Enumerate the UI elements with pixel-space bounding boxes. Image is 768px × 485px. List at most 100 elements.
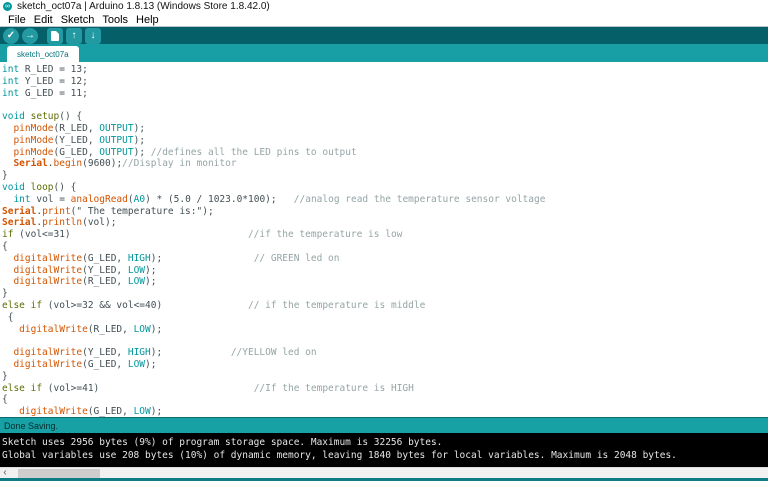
code-line: { bbox=[2, 394, 768, 406]
new-sketch-button[interactable] bbox=[47, 27, 63, 44]
code-token: setup bbox=[30, 111, 60, 123]
code-token: pinMode bbox=[13, 134, 54, 146]
scroll-left-arrow-icon[interactable]: ‹ bbox=[0, 468, 10, 478]
code-line: pinMode(R_LED, OUTPUT); bbox=[2, 123, 768, 135]
code-token: int bbox=[13, 193, 31, 205]
code-token: if bbox=[30, 382, 43, 394]
tab-sketch-oct07a[interactable]: sketch_oct07a bbox=[7, 46, 79, 62]
code-token: //If the temperature is HIGH bbox=[253, 382, 414, 394]
open-button[interactable]: ↑ bbox=[66, 27, 82, 44]
code-token: //Display in monitor bbox=[122, 158, 237, 170]
new-document-icon bbox=[51, 30, 59, 41]
menu-item-file[interactable]: File bbox=[4, 14, 30, 26]
code-line: if (vol<=31) //if the temperature is low bbox=[2, 229, 768, 241]
code-token: LOW bbox=[127, 264, 146, 276]
code-line: digitalWrite(Y_LED, LOW); bbox=[2, 265, 768, 277]
code-token: (Y_LED, bbox=[82, 264, 128, 276]
code-token: vol = bbox=[30, 193, 71, 205]
save-button[interactable]: ↓ bbox=[85, 27, 101, 44]
code-token: (9600); bbox=[82, 158, 123, 170]
down-arrow-icon: ↓ bbox=[90, 29, 96, 41]
code-token: } bbox=[2, 170, 8, 182]
code-token: { bbox=[2, 311, 14, 323]
code-line: digitalWrite(G_LED, LOW); bbox=[2, 406, 768, 417]
menubar: File Edit Sketch Tools Help bbox=[0, 13, 768, 26]
code-token: // if the temperature is middle bbox=[247, 299, 426, 311]
code-token: A0 bbox=[133, 193, 146, 205]
compile-console[interactable]: Sketch uses 2956 bytes (9%) of program s… bbox=[0, 433, 768, 467]
toolbar: ✓ → ↑ ↓ bbox=[0, 26, 768, 44]
window-title: sketch_oct07a | Arduino 1.8.13 (Windows … bbox=[17, 1, 270, 12]
code-line: void setup() { bbox=[2, 111, 768, 123]
menu-item-help[interactable]: Help bbox=[132, 14, 163, 26]
code-line: int Y_LED = 12; bbox=[2, 76, 768, 88]
code-token: (vol); bbox=[82, 217, 117, 229]
titlebar[interactable]: ∞ sketch_oct07a | Arduino 1.8.13 (Window… bbox=[0, 0, 768, 13]
code-token: Y_LED = 12; bbox=[19, 75, 88, 87]
code-token: HIGH bbox=[127, 252, 151, 264]
code-token: Serial bbox=[2, 217, 37, 229]
code-token: ); bbox=[150, 323, 163, 335]
code-token: //defines all the LED pins to output bbox=[150, 146, 357, 158]
code-token: int bbox=[2, 75, 20, 87]
code-token: (G_LED, bbox=[53, 146, 100, 158]
code-token: int bbox=[2, 87, 20, 99]
menu-item-edit[interactable]: Edit bbox=[30, 14, 57, 26]
arduino-ide-window: ∞ sketch_oct07a | Arduino 1.8.13 (Window… bbox=[0, 0, 768, 485]
code-line: else if (vol>=41) //If the temperature i… bbox=[2, 383, 768, 395]
code-token: //if the temperature is low bbox=[247, 229, 403, 241]
code-token: digitalWrite bbox=[13, 252, 83, 264]
code-token: ) * (5.0 / 1023.0*100); bbox=[145, 193, 294, 205]
code-line: } bbox=[2, 170, 768, 182]
code-token: (vol<=31) bbox=[13, 229, 248, 241]
code-token: (Y_LED, bbox=[53, 134, 100, 146]
code-token: OUTPUT bbox=[99, 134, 134, 146]
code-token: () { bbox=[53, 181, 77, 193]
horizontal-scrollbar[interactable]: ‹ bbox=[0, 467, 768, 478]
code-line: void loop() { bbox=[2, 182, 768, 194]
code-token: (G_LED, bbox=[82, 252, 128, 264]
code-token: R_LED = 13; bbox=[19, 64, 88, 75]
code-token: //analog read the temperature sensor vol… bbox=[293, 193, 546, 205]
code-token: ); bbox=[150, 347, 231, 359]
code-token: // GREEN led on bbox=[253, 252, 340, 264]
code-editor[interactable]: int R_LED = 13; int Y_LED = 12; int G_LED … bbox=[0, 62, 768, 417]
code-line: digitalWrite(R_LED, LOW); bbox=[2, 276, 768, 288]
code-line: digitalWrite(R_LED, LOW); bbox=[2, 324, 768, 336]
console-line: Global variables use 208 bytes (10%) of … bbox=[2, 450, 677, 461]
code-token: println bbox=[42, 217, 83, 229]
code-line: pinMode(Y_LED, OUTPUT); bbox=[2, 135, 768, 147]
code-token: else bbox=[2, 299, 25, 311]
upload-button[interactable]: → bbox=[22, 27, 38, 44]
code-line: Serial.print(" The temperature is:"); bbox=[2, 206, 768, 218]
code-line: { bbox=[2, 241, 768, 253]
menu-item-tools[interactable]: Tools bbox=[98, 14, 132, 26]
code-token: (Y_LED, bbox=[82, 347, 128, 359]
verify-button[interactable]: ✓ bbox=[3, 27, 19, 44]
scrollbar-thumb[interactable] bbox=[18, 469, 100, 478]
code-token: (R_LED, bbox=[53, 122, 100, 134]
code-token: digitalWrite bbox=[19, 323, 88, 335]
right-arrow-icon: → bbox=[25, 29, 35, 41]
code-token: void bbox=[2, 111, 25, 123]
check-icon: ✓ bbox=[6, 29, 16, 41]
code-token: if bbox=[30, 299, 43, 311]
code-token: //YELLOW led on bbox=[230, 347, 317, 359]
code-token: LOW bbox=[127, 358, 146, 370]
code-token: LOW bbox=[133, 406, 151, 417]
code-token: (G_LED, bbox=[82, 358, 128, 370]
code-line: { bbox=[2, 312, 768, 324]
code-line: } bbox=[2, 288, 768, 300]
menu-item-sketch[interactable]: Sketch bbox=[57, 14, 99, 26]
code-token: digitalWrite bbox=[19, 406, 88, 417]
code-token: digitalWrite bbox=[13, 358, 83, 370]
